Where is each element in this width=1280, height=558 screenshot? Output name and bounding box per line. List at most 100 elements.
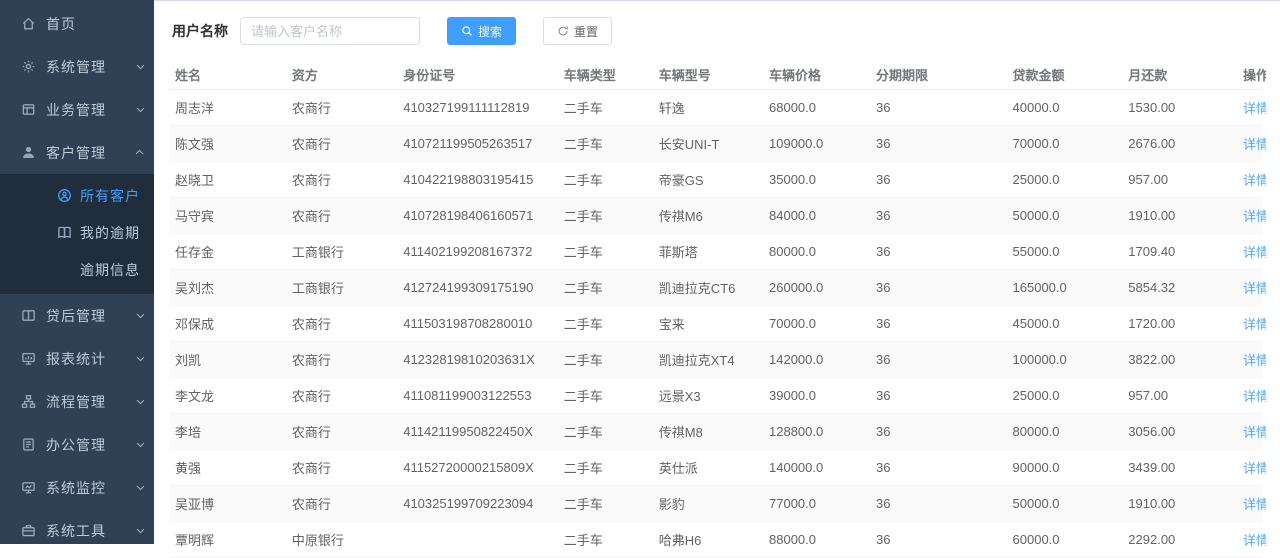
reset-button[interactable]: 重置 xyxy=(543,17,612,45)
sidebar-item-办公管理[interactable]: 办公管理 xyxy=(0,423,154,466)
detail-link[interactable]: 详情 xyxy=(1238,314,1266,333)
refresh-icon xyxy=(557,25,569,37)
cell-model: 影豹 xyxy=(654,494,764,513)
sidebar-item-客户管理[interactable]: 客户管理 xyxy=(0,131,154,174)
close-icon[interactable]: × xyxy=(971,0,977,1)
cell-funder: 工商银行 xyxy=(287,278,398,297)
close-icon[interactable]: × xyxy=(885,0,891,1)
tab-我的待办[interactable]: 我的待办 × xyxy=(1203,0,1280,1)
detail-link[interactable]: 详情 xyxy=(1238,170,1266,189)
tab-逾期信息[interactable]: 逾期信息 × xyxy=(315,0,396,1)
detail-link[interactable]: 详情 xyxy=(1238,494,1266,513)
tab-贷后催收记录[interactable]: 贷后催收记录 × xyxy=(488,0,593,1)
close-icon[interactable]: × xyxy=(294,0,300,1)
detail-link[interactable]: 详情 xyxy=(1238,350,1266,369)
cell-model: 宝来 xyxy=(654,314,764,333)
table-row: 黄强农商行41152720000215809X二手车英仕派140000.0369… xyxy=(170,450,1262,486)
close-icon[interactable]: × xyxy=(467,0,473,1)
sidebar-item-系统管理[interactable]: 系统管理 xyxy=(0,45,154,88)
cell-price: 109000.0 xyxy=(764,136,871,151)
detail-link[interactable]: 详情 xyxy=(1238,206,1266,225)
close-icon[interactable]: × xyxy=(786,0,792,1)
tab-客户GPS信息[interactable]: 客户GPS信息 × xyxy=(1091,0,1198,1)
cell-model: 帝豪GS xyxy=(654,170,764,189)
tab-客户银行卡[interactable]: 客户银行卡 × xyxy=(808,0,901,1)
detail-link[interactable]: 详情 xyxy=(1238,134,1266,153)
cell-loan: 45000.0 xyxy=(1008,316,1124,331)
cell-monthly: 1720.00 xyxy=(1123,316,1238,331)
chevron-down-icon xyxy=(134,61,146,73)
table-row: 陈文强农商行410721199505263517二手车长安UNI-T109000… xyxy=(170,126,1262,162)
chevron-down-icon xyxy=(134,439,146,451)
tags-view-bar: 首页 × 所有客户 × 逾期信息 × 订单详情 × 贷后催收记录 × 催收处理方… xyxy=(154,0,1280,1)
cell-id: 411081199003122553 xyxy=(398,388,559,403)
cell-name: 黄强 xyxy=(170,458,287,477)
sidebar-item-首页[interactable]: 首页 xyxy=(0,2,154,45)
sidebar-item-流程管理[interactable]: 流程管理 xyxy=(0,380,154,423)
sidebar-subitem-逾期信息[interactable]: 逾期信息 xyxy=(0,251,154,288)
tab-首页[interactable]: 首页 × xyxy=(168,0,212,1)
tab-催收处理方案[interactable]: 催收处理方案 × xyxy=(599,0,704,1)
close-icon[interactable]: × xyxy=(1268,0,1274,1)
cell-type: 二手车 xyxy=(559,386,654,405)
cell-model: 菲斯塔 xyxy=(654,242,764,261)
detail-link[interactable]: 详情 xyxy=(1238,458,1266,477)
tab-公司银行卡[interactable]: 公司银行卡 × xyxy=(709,0,802,1)
close-icon[interactable]: × xyxy=(1181,0,1187,1)
flow-icon xyxy=(20,394,36,410)
sidebar-item-系统监控[interactable]: 系统监控 xyxy=(0,466,154,509)
detail-link[interactable]: 详情 xyxy=(1238,422,1266,441)
table-row: 吴亚博农商行410325199709223094二手车影豹77000.03650… xyxy=(170,486,1262,522)
page-content: 用户名称 搜索 重置 姓名资方身份证号车辆类型车辆型号车辆价格分期期限贷款金额月… xyxy=(154,1,1280,558)
cell-type: 二手车 xyxy=(559,242,654,261)
detail-link[interactable]: 详情 xyxy=(1238,386,1266,405)
sidebar-item-贷后管理[interactable]: 贷后管理 xyxy=(0,294,154,337)
gear-icon xyxy=(20,59,36,75)
cell-loan: 25000.0 xyxy=(1008,172,1124,187)
cell-funder: 农商行 xyxy=(287,98,398,117)
cell-loan: 80000.0 xyxy=(1008,424,1124,439)
customer-name-input[interactable] xyxy=(240,17,420,45)
cell-id: 411503198708280010 xyxy=(398,316,559,331)
cell-loan: 90000.0 xyxy=(1008,460,1124,475)
tab-label: 贷后催收记录 xyxy=(498,0,570,1)
tab-所有客户[interactable]: 所有客户 × xyxy=(217,0,310,1)
cell-price: 80000.0 xyxy=(764,244,871,259)
table-row: 马守宾农商行410728198406160571二手车传祺M684000.036… xyxy=(170,198,1262,234)
sidebar-item-业务管理[interactable]: 业务管理 xyxy=(0,88,154,131)
table-row: 李培农商行41142119950822450X二手车传祺M8128800.036… xyxy=(170,414,1262,450)
sidebar-item-系统工具[interactable]: 系统工具 xyxy=(0,509,154,544)
cell-type: 二手车 xyxy=(559,206,654,225)
cell-funder: 农商行 xyxy=(287,206,398,225)
close-icon[interactable]: × xyxy=(577,0,583,1)
cell-name: 任存金 xyxy=(170,242,287,261)
sidebar-subitem-所有客户[interactable]: 所有客户 xyxy=(0,177,154,214)
cell-price: 88000.0 xyxy=(764,532,871,547)
detail-link[interactable]: 详情 xyxy=(1238,98,1266,117)
cell-name: 李文龙 xyxy=(170,386,287,405)
search-button[interactable]: 搜索 xyxy=(447,17,516,45)
detail-link[interactable]: 详情 xyxy=(1238,242,1266,261)
tab-外访记录[interactable]: 外访记录 × xyxy=(906,0,987,1)
cell-name: 马守宾 xyxy=(170,206,287,225)
tab-订单详情[interactable]: 订单详情 × xyxy=(402,0,483,1)
main-area: 首页 × 所有客户 × 逾期信息 × 订单详情 × 贷后催收记录 × 催收处理方… xyxy=(154,0,1280,544)
cell-funder: 农商行 xyxy=(287,314,398,333)
detail-link[interactable]: 详情 xyxy=(1238,530,1266,549)
tab-紧急联系人[interactable]: 紧急联系人 × xyxy=(993,0,1086,1)
table-row: 李文龙农商行411081199003122553二手车远景X339000.036… xyxy=(170,378,1262,414)
cell-loan: 165000.0 xyxy=(1008,280,1124,295)
close-icon[interactable]: × xyxy=(1070,0,1076,1)
detail-link[interactable]: 详情 xyxy=(1238,278,1266,297)
close-icon[interactable]: × xyxy=(688,0,694,1)
tab-label: 外访记录 xyxy=(916,0,964,1)
monitor-icon xyxy=(20,480,36,496)
sidebar-item-报表统计[interactable]: 报表统计 xyxy=(0,337,154,380)
cell-id: 411402199208167372 xyxy=(398,244,559,259)
column-header-term: 分期期限 xyxy=(871,65,1008,84)
tab-label: 订单详情 xyxy=(412,0,460,1)
close-icon[interactable]: × xyxy=(380,0,386,1)
cell-term: 36 xyxy=(871,244,1008,259)
cell-funder: 农商行 xyxy=(287,350,398,369)
sidebar-subitem-我的逾期[interactable]: 我的逾期 xyxy=(0,214,154,251)
